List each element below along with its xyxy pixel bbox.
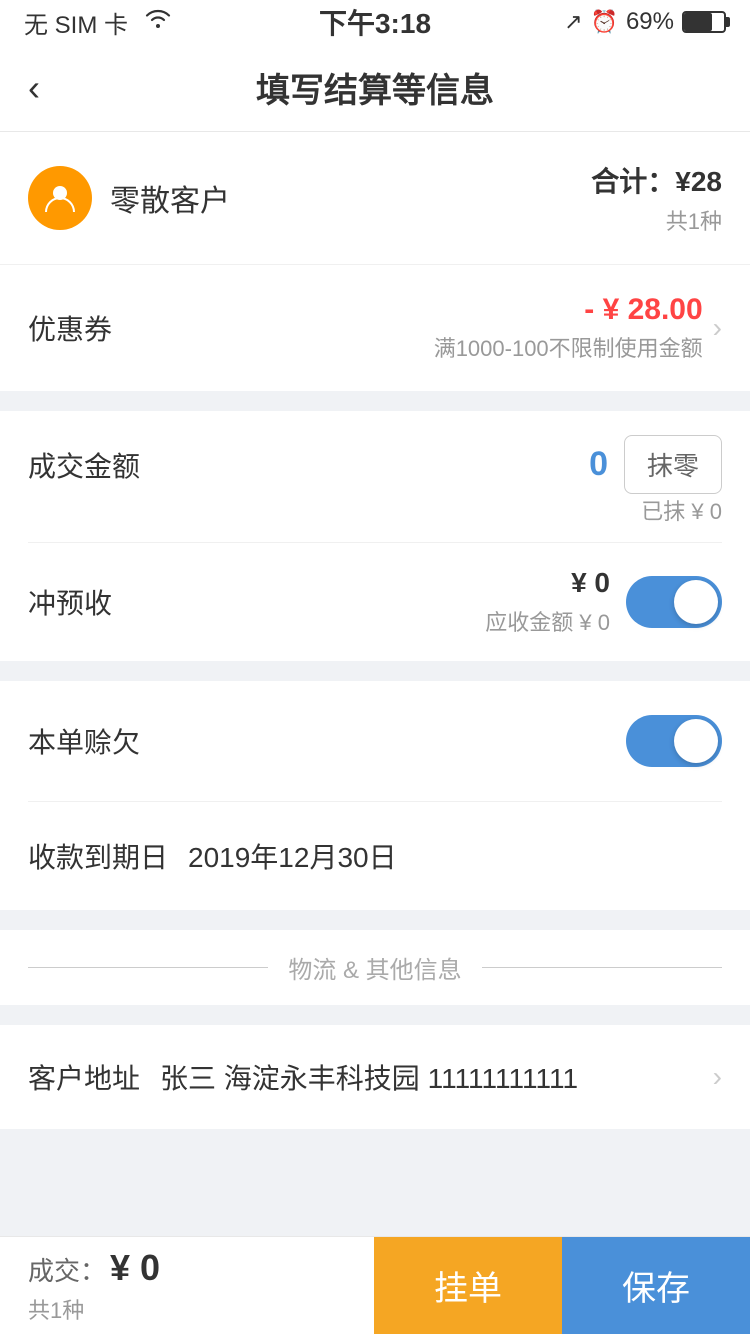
prepaid-toggle[interactable]	[626, 576, 722, 628]
status-bar-left: 无 SIM 卡 ‪‪	[24, 5, 172, 40]
toggle-knob	[674, 580, 718, 624]
transaction-amount-row: 成交金额 0 抹零	[28, 435, 722, 494]
coupon-discount: - ¥ 28.00	[434, 293, 703, 327]
logistics-divider-container: 物流 & 其他信息	[0, 930, 750, 1005]
prepaid-label: 冲预收	[28, 582, 112, 622]
nav-bar: ‹ 填写结算等信息	[0, 44, 750, 132]
save-button[interactable]: 保存	[562, 1237, 750, 1334]
battery-icon	[682, 11, 726, 33]
due-date-label: 收款到期日	[28, 836, 168, 876]
prepaid-right: ¥ 0 应收金额 ¥ 0	[485, 567, 722, 637]
customer-row: 零散客户 合计：¥28 共1种	[0, 132, 750, 264]
debt-toggle[interactable]	[626, 715, 722, 767]
address-label: 客户地址	[28, 1057, 140, 1097]
debt-date-row: 收款到期日 2019年12月30日	[28, 802, 722, 910]
coupon-row[interactable]: 优惠券 - ¥ 28.00 满1000-100不限制使用金额 ›	[0, 264, 750, 391]
address-chevron-icon: ›	[713, 1061, 722, 1093]
avatar	[28, 166, 92, 230]
address-value: 张三 海淀永丰科技园 11111111111	[160, 1057, 713, 1097]
wifi-icon: ‪‪	[138, 9, 172, 35]
debt-row: 本单赊欠	[28, 681, 722, 802]
coupon-info: - ¥ 28.00 满1000-100不限制使用金额	[434, 293, 703, 363]
coupon-right: - ¥ 28.00 满1000-100不限制使用金额 ›	[434, 293, 722, 363]
customer-count: 共1种	[591, 204, 722, 236]
divider-line-left	[28, 967, 268, 968]
logistics-label: 物流 & 其他信息	[288, 950, 461, 985]
customer-left: 零散客户	[28, 166, 230, 230]
prepaid-amount: ¥ 0	[485, 567, 610, 599]
logistics-divider: 物流 & 其他信息	[0, 930, 750, 1005]
customer-right: 合计：¥28 共1种	[591, 160, 722, 236]
chevron-right-icon: ›	[713, 312, 722, 344]
bottom-count: 共1种	[28, 1293, 346, 1325]
address-section: 客户地址 张三 海淀永丰科技园 11111111111 ›	[0, 1025, 750, 1129]
coupon-desc: 满1000-100不限制使用金额	[434, 331, 703, 363]
back-button[interactable]: ‹	[18, 57, 50, 119]
customer-section: 零散客户 合计：¥28 共1种 优惠券 - ¥ 28.00 满1000-100不…	[0, 132, 750, 391]
bottom-deal-label: 成交：	[28, 1251, 106, 1288]
transaction-amount-label: 成交金额	[28, 445, 140, 485]
carrier-text: 无 SIM 卡	[24, 5, 128, 40]
rub-zero-button[interactable]: 抹零	[624, 435, 722, 494]
status-bar-right: ↗ ⏰ 69%	[564, 8, 726, 36]
bottom-bar: 成交： ¥ 0 共1种 挂单 保存	[0, 1236, 750, 1334]
status-bar: 无 SIM 卡 ‪‪ 下午3:18 ↗ ⏰ 69%	[0, 0, 750, 44]
transaction-amount-right: 0 抹零	[589, 435, 722, 494]
already-rub-text: 已抹 ¥ 0	[28, 494, 722, 542]
page-title: 填写结算等信息	[256, 63, 494, 112]
prepaid-row: 冲预收 ¥ 0 应收金额 ¥ 0	[28, 543, 722, 661]
transaction-section: 成交金额 0 抹零 已抹 ¥ 0 冲预收 ¥ 0 应收金额 ¥ 0	[0, 411, 750, 661]
hang-order-button[interactable]: 挂单	[374, 1237, 562, 1334]
divider-line-right	[482, 967, 722, 968]
debt-section: 本单赊欠 收款到期日 2019年12月30日	[0, 681, 750, 910]
location-icon: ↗	[564, 9, 582, 35]
prepaid-sub: 应收金额 ¥ 0	[485, 605, 610, 637]
transaction-amount-value: 0	[589, 445, 608, 484]
due-date-value: 2019年12月30日	[188, 836, 397, 876]
status-bar-time: 下午3:18	[319, 2, 431, 42]
bottom-deal-amount: ¥ 0	[110, 1247, 160, 1289]
address-row[interactable]: 客户地址 张三 海淀永丰科技园 11111111111 ›	[28, 1025, 722, 1129]
debt-toggle-knob	[674, 719, 718, 763]
customer-total: 合计：¥28	[591, 160, 722, 200]
alarm-icon: ⏰	[591, 9, 618, 35]
coupon-label: 优惠券	[28, 308, 112, 348]
debt-label: 本单赊欠	[28, 721, 140, 761]
bottom-left: 成交： ¥ 0 共1种	[0, 1247, 374, 1325]
customer-name: 零散客户	[110, 176, 230, 220]
battery-percent: 69%	[626, 8, 674, 36]
